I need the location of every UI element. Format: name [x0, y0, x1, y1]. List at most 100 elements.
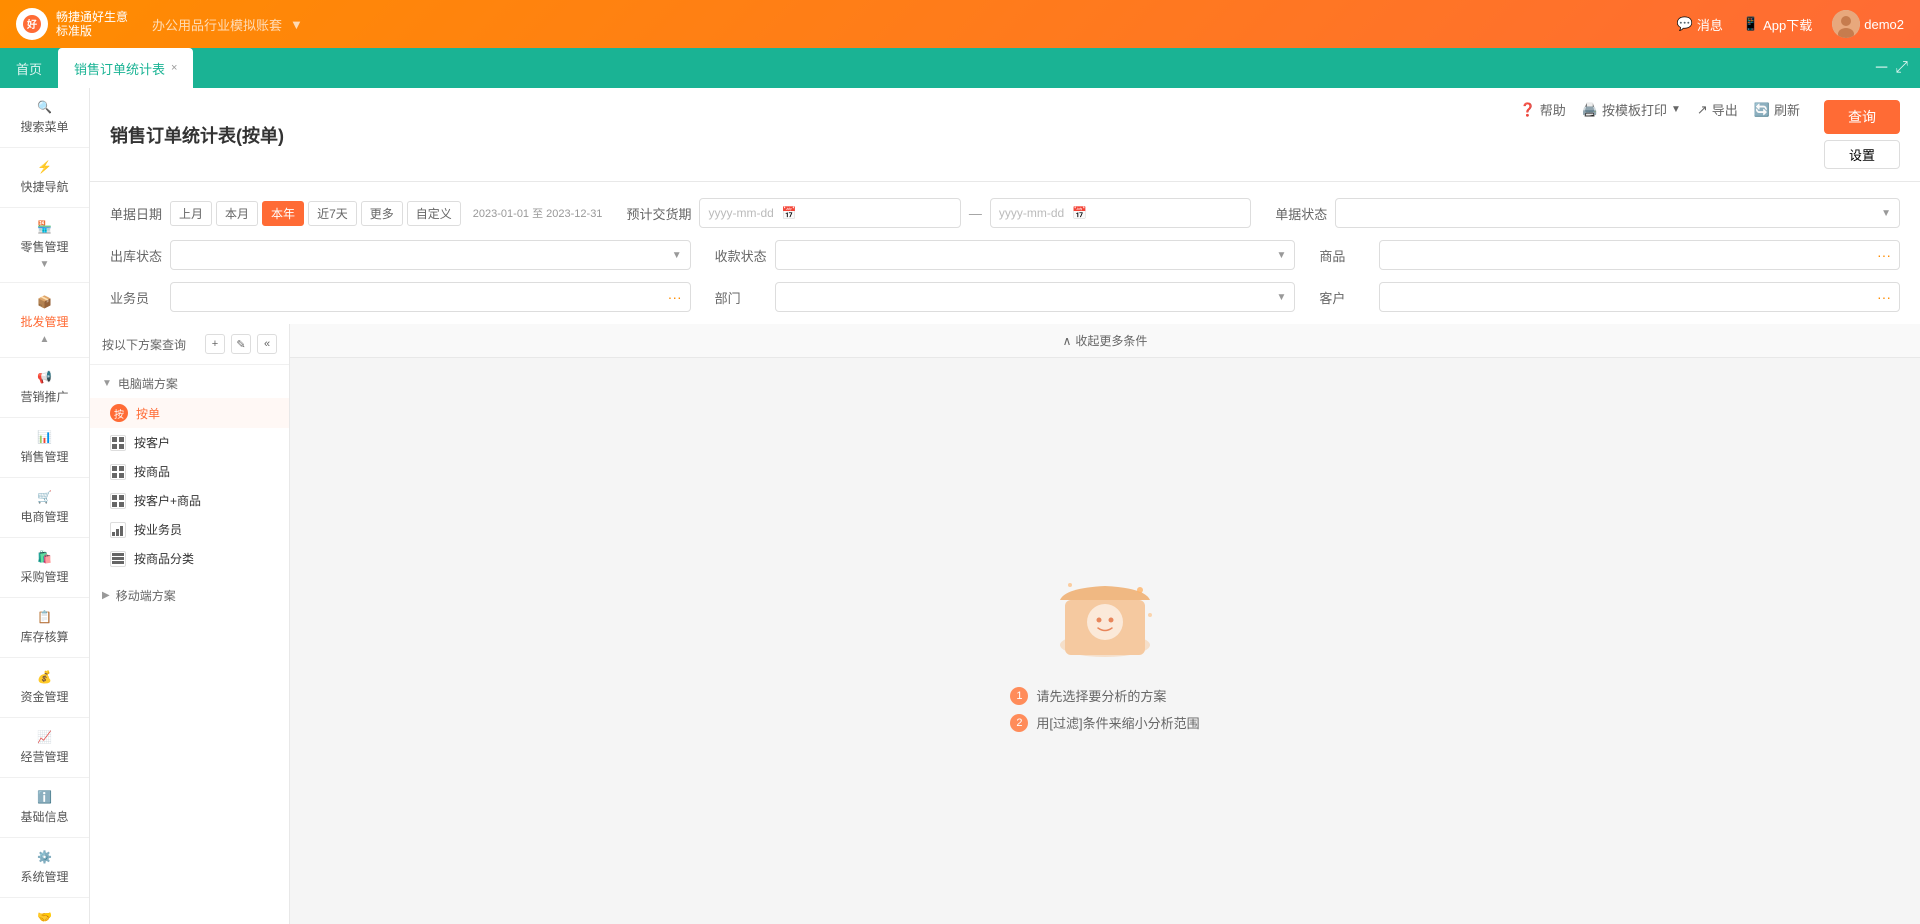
wholesale-icon: 📦	[37, 295, 52, 309]
collapse-bar[interactable]: ∧ 收起更多条件	[290, 324, 1920, 358]
app-download-btn[interactable]: 📱 App下载	[1743, 15, 1812, 34]
salesperson-select[interactable]: ···	[170, 282, 691, 312]
tab-home[interactable]: 首页	[0, 48, 58, 88]
scheme-group-mobile-title[interactable]: ▶ 移动端方案	[90, 581, 289, 610]
payment-status-select[interactable]: ▼	[775, 240, 1296, 270]
sidebar-item-quick-nav[interactable]: ⚡ 快捷导航	[0, 148, 89, 208]
customer-select[interactable]: ···	[1379, 282, 1900, 312]
sidebar-item-enterprise[interactable]: 🤝 企业协同	[0, 898, 89, 924]
ship-status-group: 出库状态 ▼	[110, 240, 691, 270]
scheme-item-by-order[interactable]: 按 按单	[90, 398, 289, 428]
filter-row-1: 单据日期 上月 本月 本年 近7天 更多 自定义 2023-01-01 至 20…	[110, 198, 1900, 228]
scheme-item-by-goods[interactable]: 按商品	[90, 457, 289, 486]
empty-illustration	[1035, 550, 1175, 670]
print-icon: 🖨️	[1582, 102, 1598, 118]
salesperson-more-icon[interactable]: ···	[668, 289, 682, 305]
inventory-icon: 📋	[37, 610, 52, 624]
sidebar-item-operations[interactable]: 📈 经营管理	[0, 718, 89, 778]
filter-section: 单据日期 上月 本月 本年 近7天 更多 自定义 2023-01-01 至 20…	[90, 182, 1920, 324]
by-order-label: 按单	[136, 405, 160, 422]
forecast-end-placeholder: yyyy-mm-dd	[999, 206, 1064, 220]
settings-button[interactable]: 设置	[1824, 140, 1900, 169]
scheme-item-by-customer[interactable]: 按客户	[90, 428, 289, 457]
scheme-group-pc-title[interactable]: ▼ 电脑端方案	[90, 369, 289, 398]
top-bar-right: 💬 消息 📱 App下载 demo2	[1677, 10, 1904, 38]
this-year-btn[interactable]: 本年	[262, 201, 304, 226]
scheme-item-by-goods-category[interactable]: 按商品分类	[90, 544, 289, 573]
scheme-header: 按以下方案查询 + ✎ «	[90, 324, 289, 365]
action-buttons: 查询 设置	[1808, 100, 1900, 169]
help-btn[interactable]: ❓ 帮助	[1520, 100, 1566, 119]
date-filter-group: 单据日期 上月 本月 本年 近7天 更多 自定义 2023-01-01 至 20…	[110, 201, 602, 226]
ship-status-select[interactable]: ▼	[170, 240, 691, 270]
query-button[interactable]: 查询	[1824, 100, 1900, 134]
by-customer-goods-icon	[110, 493, 126, 509]
sidebar-item-inventory[interactable]: 📋 库存核算	[0, 598, 89, 658]
content-area: 销售订单统计表(按单) ❓ 帮助 🖨️ 按模板打印 ▼ ↗ 导出	[90, 88, 1920, 924]
by-salesperson-icon	[110, 522, 126, 538]
sidebar: 🔍 搜索菜单 ⚡ 快捷导航 🏪 零售管理 ▼ 📦 批发管理 ▲ 📢 营销推广 📊…	[0, 88, 90, 924]
template-print-btn[interactable]: 🖨️ 按模板打印 ▼	[1582, 100, 1681, 119]
scheme-group-pc: ▼ 电脑端方案 按 按单 按客户	[90, 365, 289, 577]
nav-minimize-btn[interactable]: ─	[1876, 59, 1887, 77]
refresh-btn[interactable]: 🔄 刷新	[1754, 100, 1800, 119]
last-month-btn[interactable]: 上月	[170, 201, 212, 226]
top-bar-left: 好 畅捷通好生意 标准版 办公用品行业模拟账套 ▼	[16, 8, 303, 40]
avatar	[1832, 10, 1860, 38]
workspace-dropdown-icon[interactable]: ▼	[290, 17, 303, 32]
nav-actions: ─ ⤢	[1876, 59, 1920, 77]
goods-more-icon[interactable]: ···	[1877, 247, 1891, 263]
pc-group-label: 电脑端方案	[118, 375, 178, 392]
basics-icon: ℹ️	[37, 790, 52, 804]
more-btn[interactable]: 更多	[361, 201, 403, 226]
nav-expand-btn[interactable]: ⤢	[1895, 59, 1908, 77]
calendar-start-icon[interactable]: 📅	[782, 206, 797, 220]
tab-sales-order[interactable]: 销售订单统计表 ×	[58, 48, 193, 88]
forecast-date-end[interactable]: yyyy-mm-dd 📅	[990, 198, 1251, 228]
this-month-btn[interactable]: 本月	[216, 201, 258, 226]
sidebar-item-wholesale[interactable]: 📦 批发管理 ▲	[0, 283, 89, 358]
page-title: 销售订单统计表(按单)	[110, 122, 284, 148]
message-btn[interactable]: 💬 消息	[1677, 15, 1723, 34]
by-goods-label: 按商品	[134, 463, 170, 480]
step-2-text: 用[过滤]条件来缩小分析范围	[1036, 713, 1199, 732]
forecast-date-start[interactable]: yyyy-mm-dd 📅	[699, 198, 960, 228]
sidebar-item-search-menu[interactable]: 🔍 搜索菜单	[0, 88, 89, 148]
customer-more-icon[interactable]: ···	[1877, 289, 1891, 305]
wholesale-expand-icon: ▲	[40, 334, 50, 345]
by-customer-goods-label: 按客户+商品	[134, 492, 201, 509]
calendar-end-icon[interactable]: 📅	[1072, 206, 1087, 220]
sidebar-item-system[interactable]: ⚙️ 系统管理	[0, 838, 89, 898]
goods-select[interactable]: ···	[1379, 240, 1900, 270]
collapse-up-icon: ∧	[1063, 334, 1072, 348]
tab-close-btn[interactable]: ×	[171, 62, 177, 74]
sidebar-item-sales[interactable]: 📊 销售管理	[0, 418, 89, 478]
salesperson-label: 业务员	[110, 288, 162, 307]
department-select[interactable]: ▼	[775, 282, 1296, 312]
scheme-add-btn[interactable]: +	[205, 334, 225, 354]
customer-label: 客户	[1319, 288, 1371, 307]
scheme-item-by-salesperson[interactable]: 按业务员	[90, 515, 289, 544]
sidebar-item-marketing[interactable]: 📢 营销推广	[0, 358, 89, 418]
sidebar-item-ecommerce[interactable]: 🛒 电商管理	[0, 478, 89, 538]
step-1-number: 1	[1010, 687, 1028, 705]
doc-status-label: 单据状态	[1275, 204, 1327, 223]
scheme-edit-btn[interactable]: ✎	[231, 334, 251, 354]
date-label: 单据日期	[110, 204, 162, 223]
sidebar-item-retail[interactable]: 🏪 零售管理 ▼	[0, 208, 89, 283]
scheme-item-by-customer-goods[interactable]: 按客户+商品	[90, 486, 289, 515]
empty-step-2: 2 用[过滤]条件来缩小分析范围	[1010, 713, 1199, 732]
sidebar-item-purchase[interactable]: 🛍️ 采购管理	[0, 538, 89, 598]
step-2-number: 2	[1010, 714, 1028, 732]
user-profile[interactable]: demo2	[1832, 10, 1904, 38]
payment-status-group: 收款状态 ▼	[715, 240, 1296, 270]
sidebar-item-basics[interactable]: ℹ️ 基础信息	[0, 778, 89, 838]
doc-status-select[interactable]: ▼	[1335, 198, 1900, 228]
sidebar-label-quick: 快捷导航	[20, 178, 68, 195]
export-btn[interactable]: ↗ 导出	[1697, 100, 1738, 119]
custom-btn[interactable]: 自定义	[407, 201, 461, 226]
sidebar-item-finance[interactable]: 💰 资金管理	[0, 658, 89, 718]
mobile-group-label: 移动端方案	[116, 587, 176, 604]
scheme-collapse-btn[interactable]: «	[257, 334, 277, 354]
last-7-days-btn[interactable]: 近7天	[308, 201, 357, 226]
